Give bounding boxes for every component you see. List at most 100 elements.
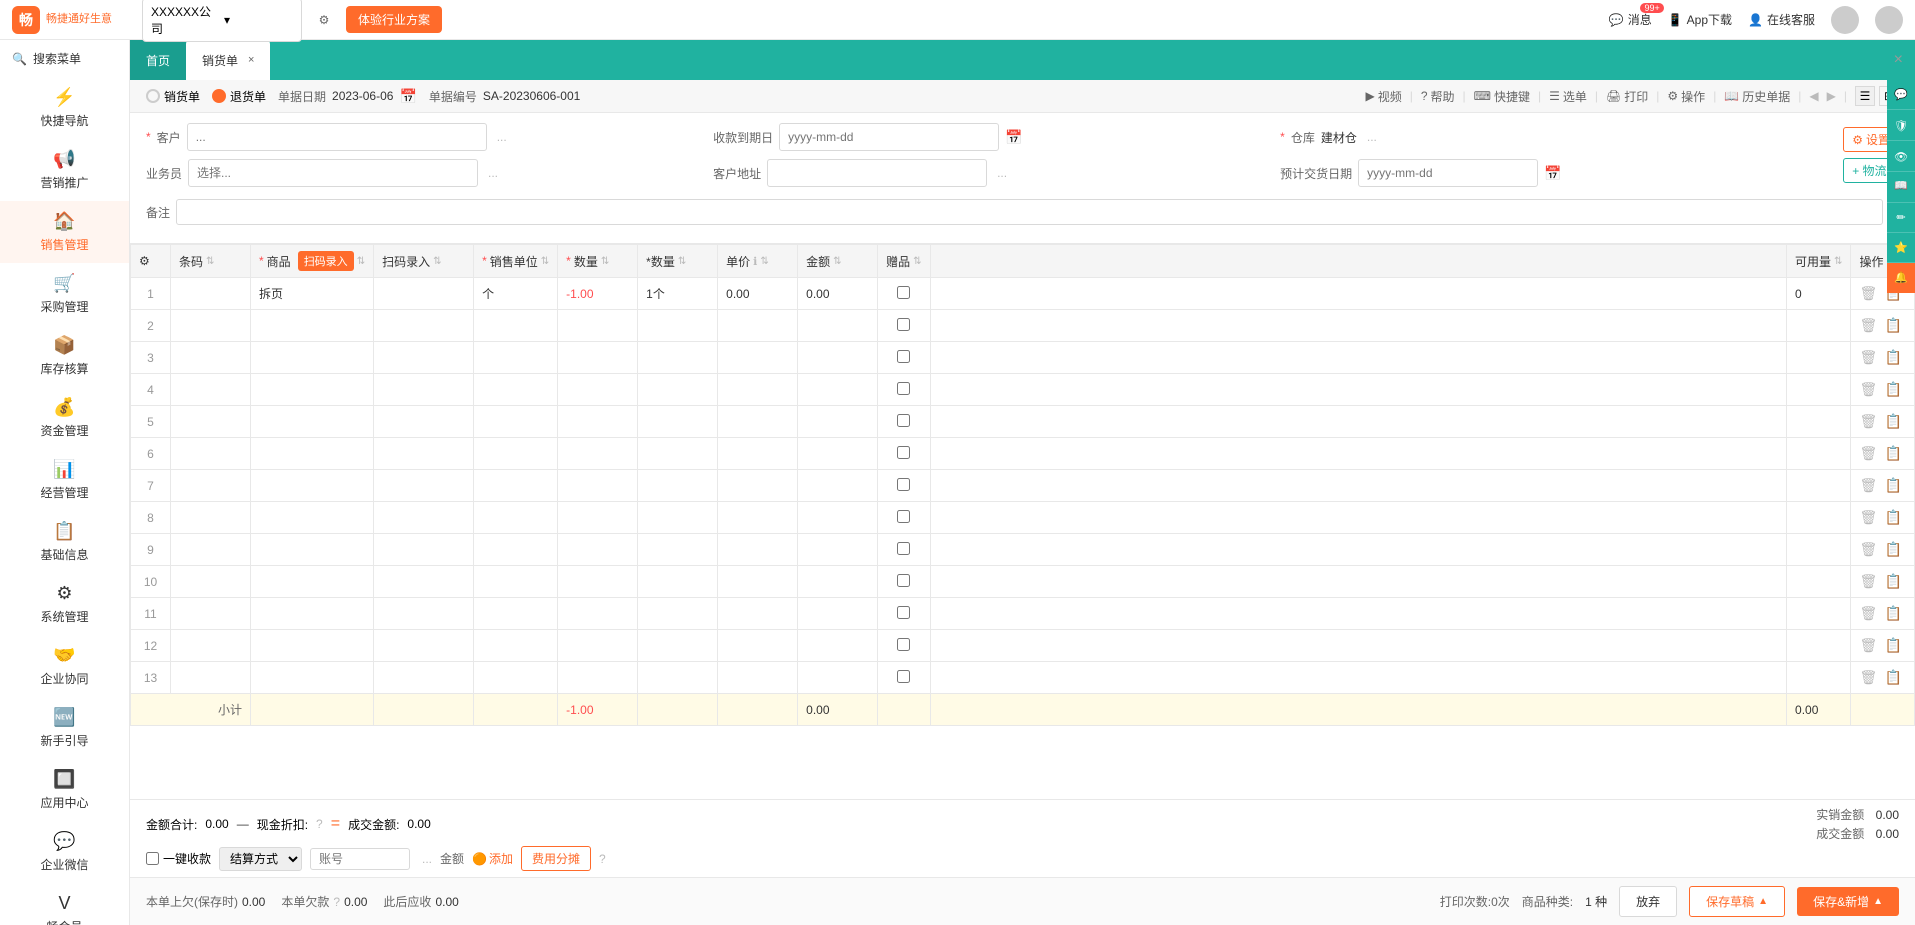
cell-qty[interactable]: [558, 566, 638, 598]
account-input[interactable]: [310, 848, 410, 870]
cell-pkg[interactable]: [638, 406, 718, 438]
cell-qty[interactable]: -1.00: [558, 278, 638, 310]
sidebar-item-wechat[interactable]: 💬 企业微信: [0, 821, 129, 883]
cell-barcode[interactable]: [171, 406, 251, 438]
gift-checkbox[interactable]: [897, 286, 910, 299]
cell-spec[interactable]: [374, 438, 474, 470]
gift-checkbox[interactable]: [897, 574, 910, 587]
copy-icon[interactable]: 📋: [1885, 541, 1902, 557]
cell-pkg[interactable]: [638, 342, 718, 374]
tab-close-icon[interactable]: ×: [248, 54, 254, 66]
cell-gift[interactable]: [878, 310, 930, 342]
cell-gift[interactable]: [878, 374, 930, 406]
copy-icon[interactable]: 📋: [1885, 349, 1902, 365]
float-comments-btn[interactable]: 💬: [1887, 80, 1915, 110]
copy-icon[interactable]: 📋: [1885, 605, 1902, 621]
delete-icon[interactable]: 🗑: [1859, 285, 1877, 301]
cell-spec[interactable]: [374, 502, 474, 534]
copy-icon[interactable]: 📋: [1885, 381, 1902, 397]
cell-qty[interactable]: [558, 598, 638, 630]
float-book-btn[interactable]: 📖: [1887, 172, 1915, 202]
cell-unit[interactable]: [474, 374, 558, 406]
avatar[interactable]: [1831, 6, 1859, 34]
cell-unit[interactable]: [474, 662, 558, 694]
sidebar-item-member[interactable]: V 畅会员: [0, 883, 129, 925]
cell-product[interactable]: [251, 470, 374, 502]
cell-pkg[interactable]: [638, 566, 718, 598]
cell-unit[interactable]: [474, 566, 558, 598]
sidebar-item-operations[interactable]: 📊 经营管理: [0, 449, 129, 511]
sidebar-item-marketing[interactable]: 📢 营销推广: [0, 139, 129, 201]
cell-barcode[interactable]: [171, 342, 251, 374]
expected-calendar-icon[interactable]: 📅: [1544, 165, 1561, 182]
nav-next-icon[interactable]: ▶: [1827, 89, 1836, 103]
cell-gift[interactable]: [878, 630, 930, 662]
expense-btn[interactable]: 费用分摊: [521, 846, 591, 871]
cell-product[interactable]: [251, 438, 374, 470]
cell-price[interactable]: [718, 534, 798, 566]
cell-qty[interactable]: [558, 406, 638, 438]
radio-sales[interactable]: 销货单: [146, 88, 200, 105]
cell-amount[interactable]: [798, 662, 878, 694]
cell-amount[interactable]: 0.00: [798, 278, 878, 310]
cell-barcode[interactable]: [171, 598, 251, 630]
cell-gift[interactable]: [878, 278, 930, 310]
one-click-collect[interactable]: 一键收款: [146, 850, 211, 867]
sidebar-search[interactable]: 🔍 搜索菜单: [0, 40, 129, 77]
gift-checkbox[interactable]: [897, 478, 910, 491]
copy-icon[interactable]: 📋: [1885, 669, 1902, 685]
copy-icon[interactable]: 📋: [1885, 637, 1902, 653]
cell-pkg[interactable]: [638, 502, 718, 534]
cell-qty[interactable]: [558, 502, 638, 534]
cell-pkg[interactable]: [638, 598, 718, 630]
cell-spec[interactable]: [374, 470, 474, 502]
delete-icon[interactable]: 🗑: [1859, 413, 1877, 429]
radio-return[interactable]: 退货单: [212, 88, 266, 105]
cell-barcode[interactable]: [171, 566, 251, 598]
warehouse-ellipsis[interactable]: ...: [1367, 130, 1377, 144]
delete-icon[interactable]: 🗑: [1859, 573, 1877, 589]
cell-unit[interactable]: [474, 502, 558, 534]
customer-input[interactable]: [187, 123, 487, 151]
cell-amount[interactable]: [798, 342, 878, 374]
cell-product[interactable]: [251, 406, 374, 438]
cell-barcode[interactable]: [171, 310, 251, 342]
cell-price[interactable]: [718, 470, 798, 502]
cell-pkg[interactable]: [638, 662, 718, 694]
cell-spec[interactable]: [374, 662, 474, 694]
sidebar-item-system[interactable]: ⚙ 系统管理: [0, 573, 129, 635]
gift-checkbox[interactable]: [897, 350, 910, 363]
cell-unit[interactable]: [474, 630, 558, 662]
cell-price[interactable]: [718, 406, 798, 438]
trial-button[interactable]: 体验行业方案: [346, 6, 442, 33]
account-ellipsis[interactable]: ...: [422, 852, 432, 866]
warehouse-value[interactable]: 建材仓: [1321, 129, 1357, 146]
cell-price[interactable]: [718, 502, 798, 534]
delete-icon[interactable]: 🗑: [1859, 669, 1877, 685]
cell-product[interactable]: [251, 310, 374, 342]
copy-icon[interactable]: 📋: [1885, 477, 1902, 493]
cell-qty[interactable]: [558, 438, 638, 470]
cell-unit[interactable]: [474, 342, 558, 374]
sidebar-item-apps[interactable]: 🔲 应用中心: [0, 759, 129, 821]
cell-spec[interactable]: [374, 374, 474, 406]
cell-product[interactable]: [251, 502, 374, 534]
cell-barcode[interactable]: [171, 470, 251, 502]
order-no-value[interactable]: SA-20230606-001: [483, 89, 580, 103]
delete-icon[interactable]: 🗑: [1859, 381, 1877, 397]
customer-addr-input[interactable]: [767, 159, 987, 187]
tab-sales-order[interactable]: 销货单 ×: [186, 40, 270, 80]
sidebar-item-enterprise[interactable]: 🤝 企业协同: [0, 635, 129, 697]
cell-price[interactable]: 0.00: [718, 278, 798, 310]
cell-pkg[interactable]: [638, 534, 718, 566]
cell-amount[interactable]: [798, 502, 878, 534]
due-date-input[interactable]: [779, 123, 999, 151]
copy-icon[interactable]: 📋: [1885, 413, 1902, 429]
cell-pkg[interactable]: [638, 630, 718, 662]
cell-barcode[interactable]: [171, 502, 251, 534]
cell-qty[interactable]: [558, 534, 638, 566]
cell-unit[interactable]: 个: [474, 278, 558, 310]
cell-gift[interactable]: [878, 342, 930, 374]
cell-price[interactable]: [718, 662, 798, 694]
cell-pkg[interactable]: [638, 310, 718, 342]
